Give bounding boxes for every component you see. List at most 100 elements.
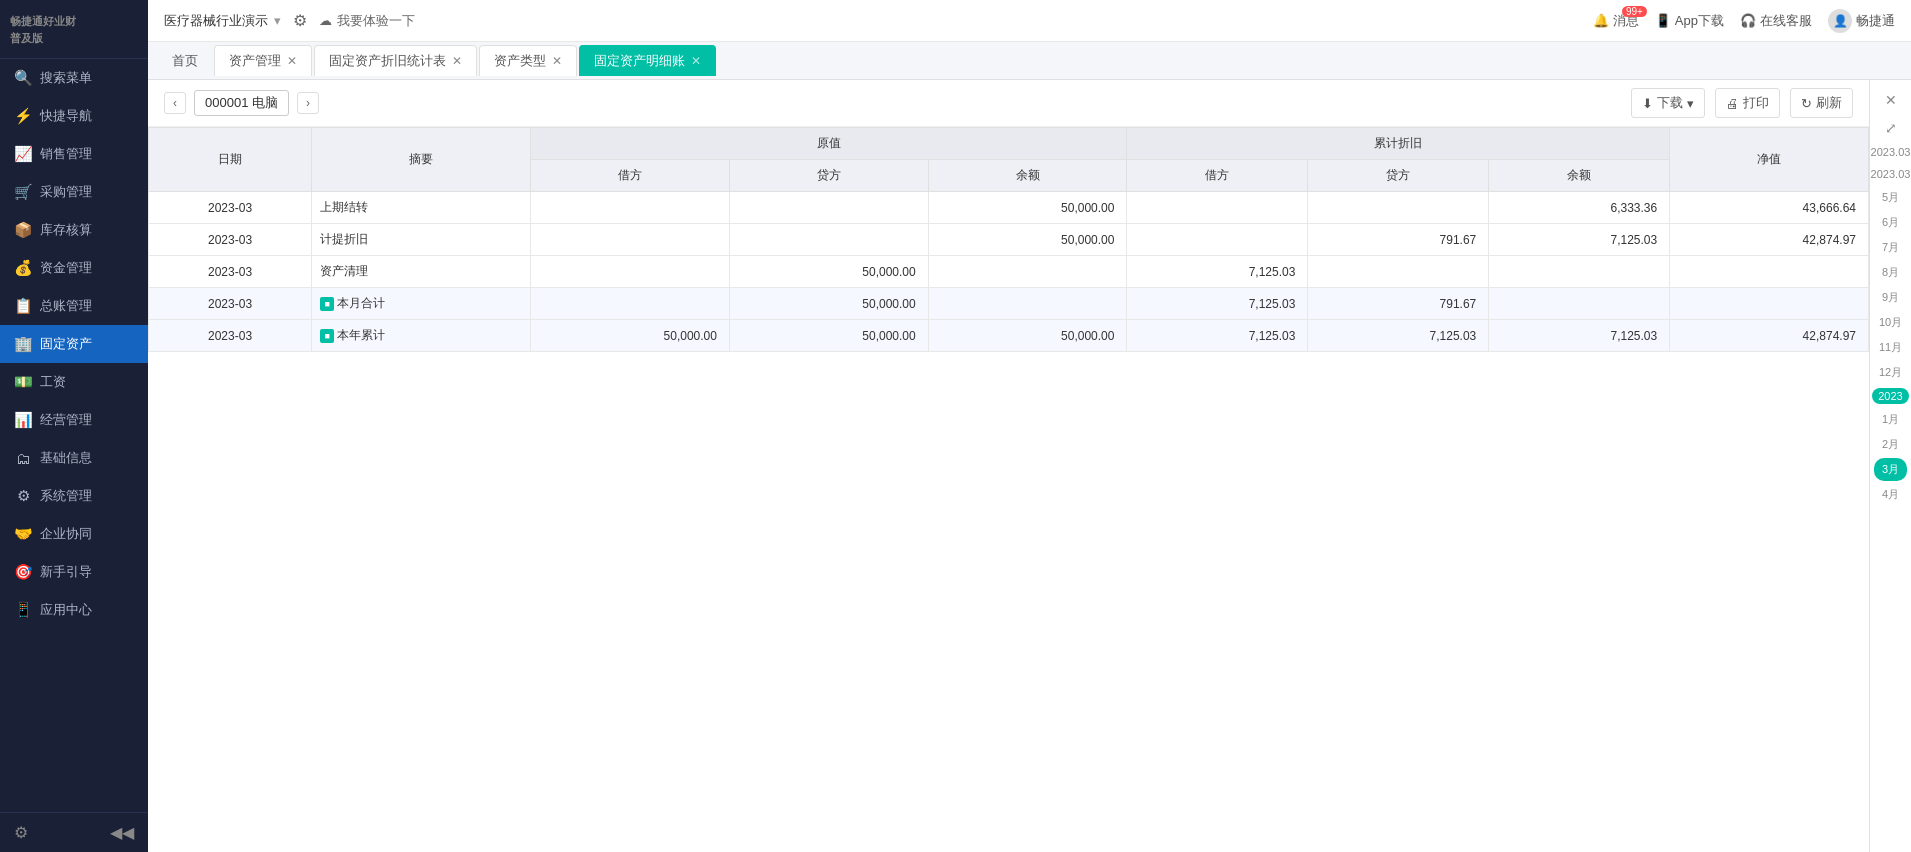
sidebar-item-label: 快捷导航 [40, 107, 92, 125]
cell-ov-balance: 50,000.00 [928, 192, 1127, 224]
basic-icon: 🗂 [14, 449, 32, 467]
tab-asset-detail[interactable]: 固定资产明细账 ✕ [579, 45, 716, 76]
tab-asset-mgmt[interactable]: 资产管理 ✕ [214, 45, 312, 76]
sub-actions: ⬇ 下载 ▾ 🖨 打印 ↻ 刷新 [1631, 88, 1853, 118]
operations-icon: 📊 [14, 411, 32, 429]
month-1[interactable]: 1月 [1870, 408, 1911, 431]
year-label[interactable]: 2023 [1872, 388, 1908, 404]
col-summary: 摘要 [312, 128, 531, 192]
close-icon[interactable]: ✕ [287, 54, 297, 68]
cell-date: 2023-03 [149, 192, 312, 224]
topbar: 医疗器械行业演示 ▾ ⚙ ☁ 我要体验一下 🔔 消息 99+ 📱 App下载 🎧… [148, 0, 1911, 42]
close-icon[interactable]: ✕ [691, 54, 701, 68]
sidebar-item-apps[interactable]: 📱 应用中心 [0, 591, 148, 629]
cell-ad-debit: 7,125.03 [1127, 256, 1308, 288]
tab-asset-type[interactable]: 资产类型 ✕ [479, 45, 577, 76]
close-icon[interactable]: ✕ [552, 54, 562, 68]
cell-ad-credit [1308, 192, 1489, 224]
sidebar-item-quicknav[interactable]: ⚡ 快捷导航 [0, 97, 148, 135]
sidebar-item-ledger[interactable]: 📋 总账管理 [0, 287, 148, 325]
cell-net: 42,874.97 [1670, 320, 1869, 352]
download-button[interactable]: ⬇ 下载 ▾ [1631, 88, 1705, 118]
close-panel-button[interactable]: ✕ [1877, 86, 1905, 114]
asset-tag: 000001 电脑 [194, 90, 289, 116]
settings-button[interactable]: ⚙ [293, 11, 307, 30]
settings-icon[interactable]: ⚙ [14, 823, 28, 842]
sidebar-item-salary[interactable]: 💵 工资 [0, 363, 148, 401]
sidebar-item-label: 总账管理 [40, 297, 92, 315]
sidebar-edition: 普及版 [10, 31, 138, 46]
experience-button[interactable]: ☁ 我要体验一下 [319, 12, 415, 30]
cell-date: 2023-03 [149, 320, 312, 352]
sidebar-item-operations[interactable]: 📊 经营管理 [0, 401, 148, 439]
sidebar-item-sales[interactable]: 📈 销售管理 [0, 135, 148, 173]
month-3[interactable]: 3月 [1874, 458, 1907, 481]
sidebar-item-label: 库存核算 [40, 221, 92, 239]
sidebar-item-search[interactable]: 🔍 搜索菜单 [0, 59, 148, 97]
sidebar-item-inventory[interactable]: 📦 库存核算 [0, 211, 148, 249]
sidebar-item-assets[interactable]: 🏢 固定资产 [0, 325, 148, 363]
sub-header: ‹ 000001 电脑 › ⬇ 下载 ▾ 🖨 打印 ↻ 刷新 [148, 80, 1869, 127]
app-download-button[interactable]: 📱 App下载 [1655, 12, 1724, 30]
cell-ov-credit: 50,000.00 [729, 256, 928, 288]
sidebar-item-label: 新手引导 [40, 563, 92, 581]
month-9[interactable]: 9月 [1870, 286, 1911, 309]
salary-icon: 💵 [14, 373, 32, 391]
month-7[interactable]: 7月 [1870, 236, 1911, 259]
month-6[interactable]: 6月 [1870, 211, 1911, 234]
cell-net [1670, 288, 1869, 320]
cell-ad-balance [1489, 256, 1670, 288]
refresh-icon: ↻ [1801, 96, 1812, 111]
cell-date: 2023-03 [149, 288, 312, 320]
user-menu[interactable]: 👤 畅捷通 [1828, 9, 1895, 33]
cell-net: 42,874.97 [1670, 224, 1869, 256]
next-arrow[interactable]: › [297, 92, 319, 114]
headset-icon: 🎧 [1740, 13, 1756, 28]
sidebar-header: 畅捷通好业财 普及版 [0, 0, 148, 59]
cell-ov-debit [531, 256, 730, 288]
month-11[interactable]: 11月 [1870, 336, 1911, 359]
month-12[interactable]: 12月 [1870, 361, 1911, 384]
cell-ov-balance [928, 256, 1127, 288]
customer-service-button[interactable]: 🎧 在线客服 [1740, 12, 1812, 30]
expand-panel-button[interactable]: ⤢ [1877, 114, 1905, 142]
tabbar: 首页 资产管理 ✕ 固定资产折旧统计表 ✕ 资产类型 ✕ 固定资产明细账 ✕ [148, 42, 1911, 80]
tab-home[interactable]: 首页 [158, 46, 212, 76]
print-button[interactable]: 🖨 打印 [1715, 88, 1780, 118]
sidebar-item-guide[interactable]: 🎯 新手引导 [0, 553, 148, 591]
cell-ov-credit [729, 224, 928, 256]
cell-ad-credit [1308, 256, 1489, 288]
month-4[interactable]: 4月 [1870, 483, 1911, 506]
sidebar-item-label: 销售管理 [40, 145, 92, 163]
month-5[interactable]: 5月 [1870, 186, 1911, 209]
print-icon: 🖨 [1726, 96, 1739, 111]
purchase-icon: 🛒 [14, 183, 32, 201]
prev-arrow[interactable]: ‹ [164, 92, 186, 114]
close-icon[interactable]: ✕ [452, 54, 462, 68]
cell-ad-debit [1127, 224, 1308, 256]
cell-ov-credit [729, 192, 928, 224]
tab-depreciation-stats[interactable]: 固定资产折旧统计表 ✕ [314, 45, 477, 76]
month-10[interactable]: 10月 [1870, 311, 1911, 334]
cell-ad-debit [1127, 192, 1308, 224]
notifications-button[interactable]: 🔔 消息 99+ [1593, 12, 1639, 30]
cell-ad-credit: 791.67 [1308, 288, 1489, 320]
sidebar-item-collab[interactable]: 🤝 企业协同 [0, 515, 148, 553]
cell-ov-debit: 50,000.00 [531, 320, 730, 352]
month-8[interactable]: 8月 [1870, 261, 1911, 284]
sidebar-item-basic[interactable]: 🗂 基础信息 [0, 439, 148, 477]
company-selector[interactable]: 医疗器械行业演示 ▾ [164, 12, 281, 30]
sidebar-logo: 畅捷通好业财 普及版 [10, 14, 138, 46]
download-icon: 📱 [1655, 13, 1671, 28]
sidebar-logo-title: 畅捷通好业财 [10, 14, 138, 29]
month-2[interactable]: 2月 [1870, 433, 1911, 456]
refresh-button[interactable]: ↻ 刷新 [1790, 88, 1853, 118]
sidebar-item-purchase[interactable]: 🛒 采购管理 [0, 173, 148, 211]
cell-ov-balance: 50,000.00 [928, 224, 1127, 256]
sidebar-item-funds[interactable]: 💰 资金管理 [0, 249, 148, 287]
notification-count: 99+ [1622, 6, 1647, 17]
tab-label: 固定资产折旧统计表 [329, 52, 446, 70]
collapse-icon[interactable]: ◀◀ [110, 823, 134, 842]
cell-ov-credit: 50,000.00 [729, 320, 928, 352]
sidebar-item-system[interactable]: ⚙ 系统管理 [0, 477, 148, 515]
